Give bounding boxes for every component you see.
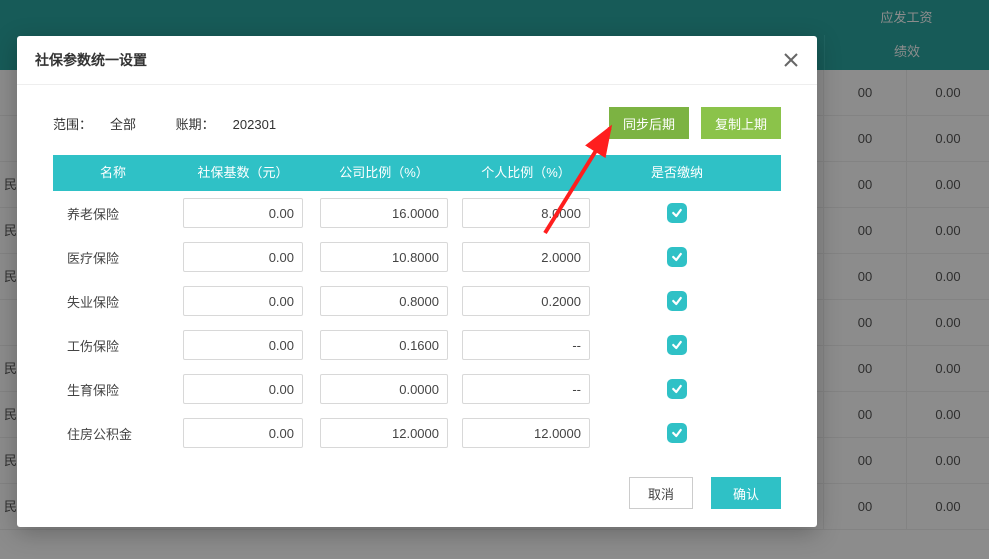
row-name: 失业保险 xyxy=(53,292,173,311)
col-name-header: 名称 xyxy=(53,155,173,191)
table-row: 养老保险 xyxy=(53,191,781,235)
table-row: 工伤保险 xyxy=(53,323,781,367)
col-company-pct-header: 公司比例（%） xyxy=(313,155,455,191)
confirm-button[interactable]: 确认 xyxy=(711,477,781,509)
pay-checkbox[interactable] xyxy=(667,379,687,399)
company-pct-input[interactable] xyxy=(320,286,448,316)
row-name: 医疗保险 xyxy=(53,248,173,267)
personal-pct-input[interactable] xyxy=(462,198,590,228)
base-input[interactable] xyxy=(183,286,303,316)
personal-pct-input[interactable] xyxy=(462,242,590,272)
table-row: 医疗保险 xyxy=(53,235,781,279)
row-name: 生育保险 xyxy=(53,380,173,399)
personal-pct-input[interactable] xyxy=(462,374,590,404)
pay-checkbox[interactable] xyxy=(667,203,687,223)
table-row: 生育保险 xyxy=(53,367,781,411)
table-header: 名称 社保基数（元） 公司比例（%） 个人比例（%） 是否缴纳 xyxy=(53,155,781,191)
company-pct-input[interactable] xyxy=(320,330,448,360)
pay-checkbox[interactable] xyxy=(667,335,687,355)
scope-label: 范围： xyxy=(53,117,92,132)
table-row: 失业保险 xyxy=(53,279,781,323)
col-pay-header: 是否缴纳 xyxy=(597,155,757,191)
base-input[interactable] xyxy=(183,374,303,404)
col-base-header: 社保基数（元） xyxy=(173,155,313,191)
row-name: 工伤保险 xyxy=(53,336,173,355)
social-insurance-settings-modal: 社保参数统一设置 范围： 全部 账期： 202301 同步后期 复制上期 xyxy=(17,36,817,527)
pay-checkbox[interactable] xyxy=(667,247,687,267)
base-input[interactable] xyxy=(183,418,303,448)
period-label: 账期： xyxy=(176,117,215,132)
sync-later-button[interactable]: 同步后期 xyxy=(609,107,689,139)
row-name: 住房公积金 xyxy=(53,424,173,443)
cancel-button[interactable]: 取消 xyxy=(629,477,693,509)
base-input[interactable] xyxy=(183,198,303,228)
close-icon[interactable] xyxy=(783,52,799,68)
period-value: 202301 xyxy=(233,117,276,132)
row-name: 养老保险 xyxy=(53,204,173,223)
company-pct-input[interactable] xyxy=(320,242,448,272)
company-pct-input[interactable] xyxy=(320,418,448,448)
modal-title: 社保参数统一设置 xyxy=(35,50,147,70)
scope-value: 全部 xyxy=(110,117,136,132)
col-personal-pct-header: 个人比例（%） xyxy=(455,155,597,191)
copy-prev-button[interactable]: 复制上期 xyxy=(701,107,781,139)
company-pct-input[interactable] xyxy=(320,374,448,404)
table-row: 住房公积金 xyxy=(53,411,781,455)
personal-pct-input[interactable] xyxy=(462,286,590,316)
personal-pct-input[interactable] xyxy=(462,418,590,448)
company-pct-input[interactable] xyxy=(320,198,448,228)
personal-pct-input[interactable] xyxy=(462,330,590,360)
base-input[interactable] xyxy=(183,242,303,272)
pay-checkbox[interactable] xyxy=(667,423,687,443)
pay-checkbox[interactable] xyxy=(667,291,687,311)
base-input[interactable] xyxy=(183,330,303,360)
